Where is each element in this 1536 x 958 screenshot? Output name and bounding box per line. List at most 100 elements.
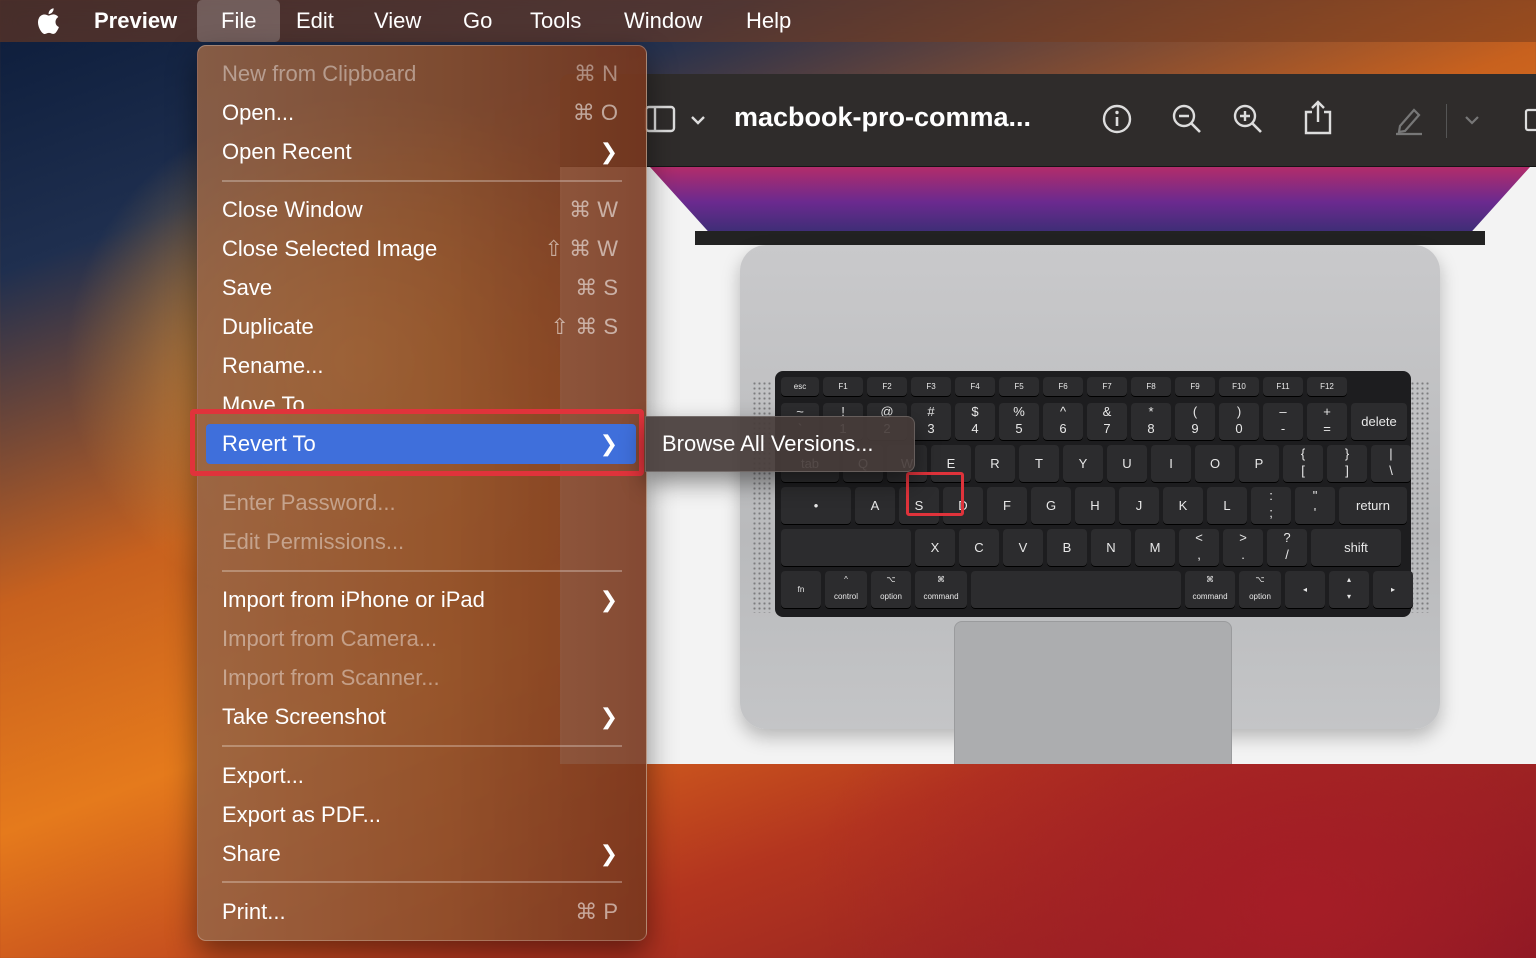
keyboard-key: " ' [1295, 487, 1335, 525]
keyboard-key: > . [1223, 529, 1263, 567]
share-icon[interactable] [1301, 98, 1335, 136]
menubar-window[interactable]: Window [612, 0, 714, 42]
menubar-file[interactable]: File [197, 0, 281, 42]
keyboard-key: : ; [1251, 487, 1291, 525]
revert-to-highlight [190, 409, 644, 476]
menu-bar: Preview File Edit View Go Tools Window H… [0, 0, 1536, 42]
laptop-hinge [695, 231, 1485, 245]
menu-item-import-from-camera: Import from Camera... [198, 619, 646, 658]
keyboard-key: F5 [999, 377, 1039, 397]
keyboard-key: # 3 [911, 403, 951, 441]
menubar-view[interactable]: View [362, 0, 433, 42]
menu-item-export[interactable]: Export... [198, 756, 646, 795]
keyboard-key: J [1119, 487, 1159, 525]
keyboard-key: F4 [955, 377, 995, 397]
keyboard-key: * 8 [1131, 403, 1171, 441]
menubar-app-name[interactable]: Preview [82, 0, 189, 42]
zoom-out-icon[interactable] [1170, 102, 1204, 136]
keyboard-key [781, 529, 911, 567]
keyboard-key: G [1031, 487, 1071, 525]
menu-item-close-window[interactable]: Close Window ⌘ W [198, 190, 646, 229]
menubar-edit[interactable]: Edit [284, 0, 346, 42]
menu-item-open[interactable]: Open... ⌘ O [198, 93, 646, 132]
keyboard-key: K [1163, 487, 1203, 525]
shortcut-label: ⇧ ⌘ S [550, 314, 618, 339]
keyboard: escF1F2F3F4F5F6F7F8F9F10F11F12~ `! 1@ 2#… [775, 371, 1413, 617]
keyboard-key: • [781, 487, 851, 525]
keyboard-key: C [959, 529, 999, 567]
menu-item-print[interactable]: Print... ⌘ P [198, 892, 646, 931]
menu-item-label: Take Screenshot [222, 704, 386, 729]
keyboard-key [971, 571, 1181, 609]
keyboard-key: fn [781, 571, 821, 609]
keyboard-key: T [1019, 445, 1059, 483]
shortcut-label: ⌘ W [569, 197, 618, 222]
keyboard-key: $ 4 [955, 403, 995, 441]
shortcut-label: ⌘ P [575, 899, 618, 924]
keyboard-key: ⌥ option [1239, 571, 1281, 609]
zoom-in-icon[interactable] [1231, 102, 1265, 136]
menu-item-label: New from Clipboard [222, 61, 417, 86]
rotate-icon[interactable] [1522, 102, 1536, 136]
menu-item-take-screenshot[interactable]: Take Screenshot ❯ [198, 697, 646, 736]
menubar-help[interactable]: Help [734, 0, 803, 42]
keyboard-key: M [1135, 529, 1175, 567]
shortcut-label: ⇧ ⌘ W [544, 236, 618, 261]
chevron-down-icon[interactable] [688, 102, 708, 136]
shortcut-label: ⌘ N [574, 61, 618, 86]
keyboard-key: } ] [1327, 445, 1367, 483]
window-toolbar: macbook-pro-comma... [560, 74, 1536, 167]
info-icon[interactable] [1100, 102, 1134, 136]
keyboard-key: F2 [867, 377, 907, 397]
menu-item-export-as-pdf[interactable]: Export as PDF... [198, 795, 646, 834]
keyboard-key: ▸ [1373, 571, 1413, 609]
menu-item-label: Edit Permissions... [222, 529, 405, 554]
menu-item-share[interactable]: Share ❯ [198, 834, 646, 873]
markup-pen-icon[interactable] [1392, 102, 1426, 136]
menu-item-rename[interactable]: Rename... [198, 346, 646, 385]
keyboard-key: ⌥ option [871, 571, 911, 609]
menu-item-label: Export as PDF... [222, 802, 381, 827]
keyboard-key: shift [1311, 529, 1401, 567]
keyboard-key: O [1195, 445, 1235, 483]
menu-item-close-selected-image[interactable]: Close Selected Image ⇧ ⌘ W [198, 229, 646, 268]
keyboard-key: I [1151, 445, 1191, 483]
keyboard-key: ( 9 [1175, 403, 1215, 441]
keyboard-key: V [1003, 529, 1043, 567]
sidebar-toggle-icon[interactable] [642, 102, 678, 136]
keyboard-key: esc [781, 377, 819, 397]
menubar-tools[interactable]: Tools [518, 0, 593, 42]
keyboard-key: delete [1351, 403, 1407, 441]
keyboard-key: { [ [1283, 445, 1323, 483]
file-menu: New from Clipboard ⌘ N Open... ⌘ O Open … [197, 45, 647, 941]
menu-item-open-recent[interactable]: Open Recent ❯ [198, 132, 646, 171]
keyboard-key: N [1091, 529, 1131, 567]
keyboard-key: < , [1179, 529, 1219, 567]
keyboard-key: ▴ ▾ [1329, 571, 1369, 609]
revert-to-submenu: Browse All Versions... [645, 416, 915, 472]
menu-item-label: Import from iPhone or iPad [222, 587, 485, 612]
menu-item-save[interactable]: Save ⌘ S [198, 268, 646, 307]
menu-item-import-from-iphone[interactable]: Import from iPhone or iPad ❯ [198, 580, 646, 619]
apple-logo-icon[interactable] [34, 6, 60, 36]
chevron-right-icon: ❯ [599, 139, 618, 164]
keyboard-key: F [987, 487, 1027, 525]
menu-item-edit-permissions: Edit Permissions... [198, 522, 646, 561]
keyboard-key: F12 [1307, 377, 1347, 397]
menu-item-label: Open Recent [222, 139, 352, 164]
chevron-right-icon: ❯ [599, 587, 618, 612]
keyboard-key: ◂ [1285, 571, 1325, 609]
menu-item-browse-all-versions[interactable]: Browse All Versions... [662, 417, 874, 471]
chevron-right-icon: ❯ [599, 841, 618, 866]
window-title: macbook-pro-comma... [734, 102, 1032, 132]
menu-separator [222, 180, 622, 182]
keyboard-key: – - [1263, 403, 1303, 441]
markup-chevron-icon[interactable] [1462, 102, 1482, 136]
menubar-go[interactable]: Go [451, 0, 504, 42]
keyboard-key: Y [1063, 445, 1103, 483]
toolbar-divider [1446, 104, 1447, 138]
keyboard-key: return [1339, 487, 1407, 525]
menu-item-duplicate[interactable]: Duplicate ⇧ ⌘ S [198, 307, 646, 346]
menu-item-label: Print... [222, 899, 286, 924]
keyboard-key: B [1047, 529, 1087, 567]
